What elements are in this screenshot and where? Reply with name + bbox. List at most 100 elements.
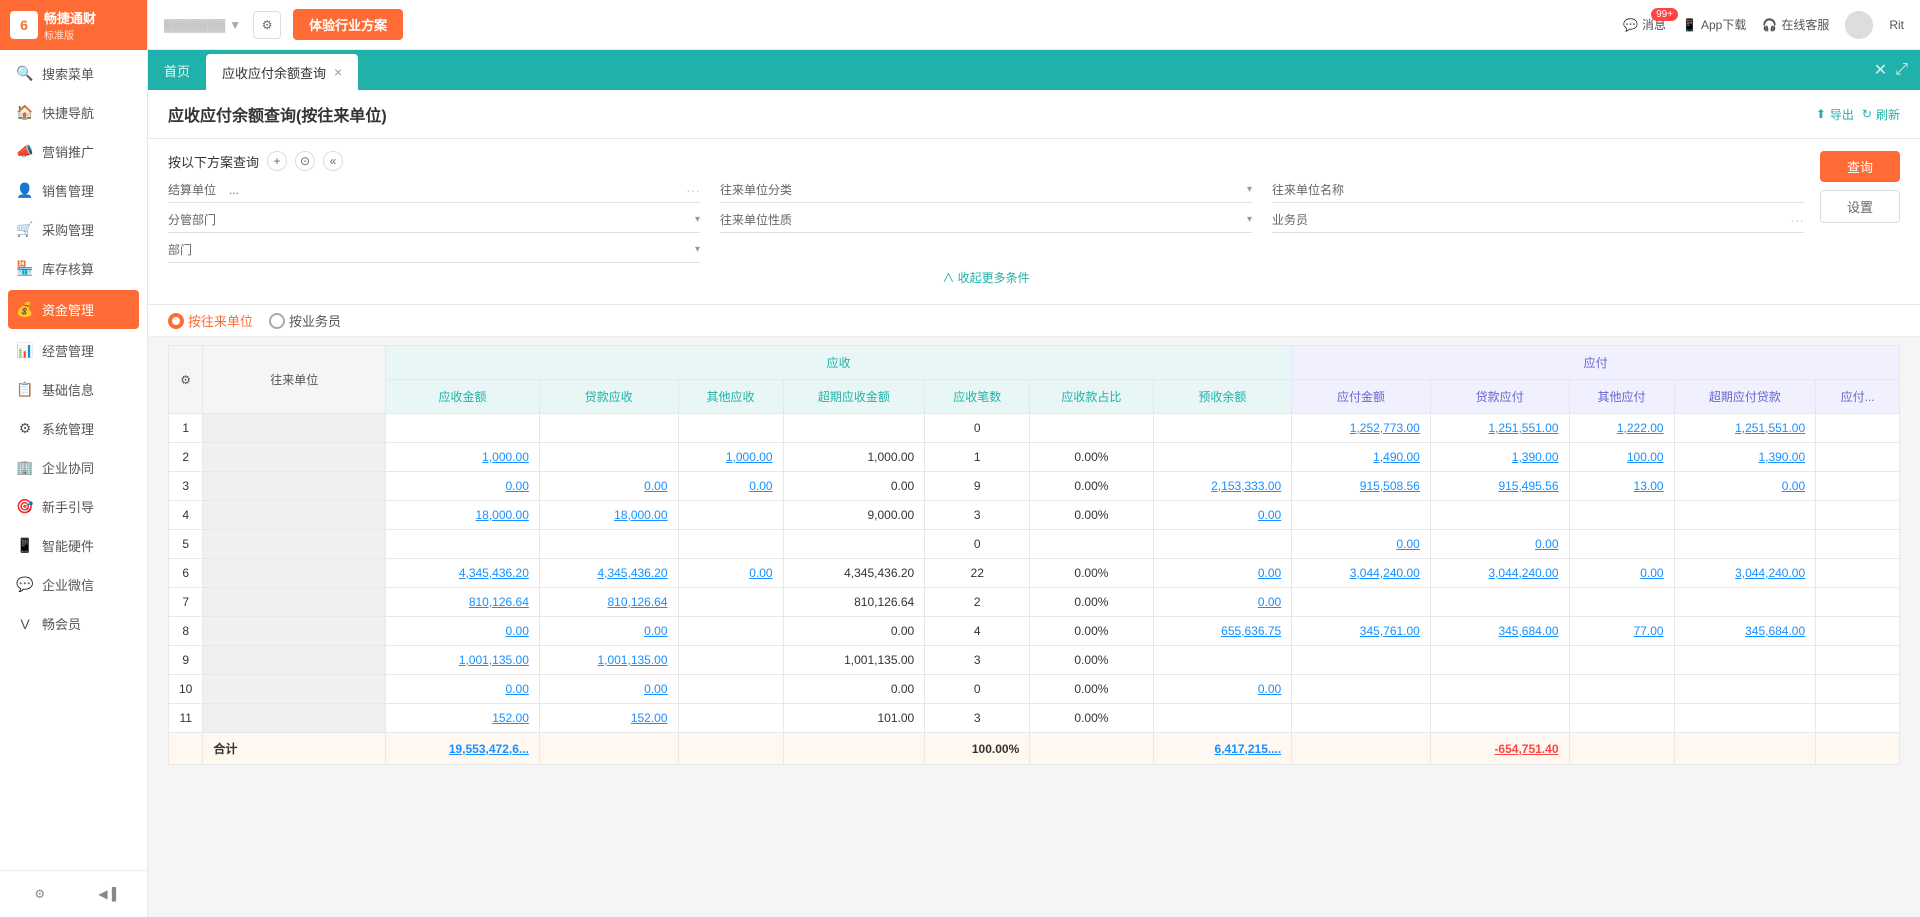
table-cell[interactable]: 0.00 xyxy=(539,675,678,704)
cta-button[interactable]: 体验行业方案 xyxy=(293,9,403,40)
sidebar-item-system[interactable]: ⚙ 系统管理 xyxy=(0,409,147,448)
table-cell[interactable]: 915,508.56 xyxy=(1292,472,1431,501)
table-cell[interactable]: 1,222.00 xyxy=(1569,414,1674,443)
table-cell[interactable]: 810,126.64 xyxy=(539,588,678,617)
table-cell[interactable]: 0.00 xyxy=(1674,472,1816,501)
table-cell[interactable]: 100.00 xyxy=(1569,443,1674,472)
filter-collapse-toggle[interactable]: ∧ 收起更多条件 xyxy=(168,263,1804,292)
sidebar-item-inventory[interactable]: 🏪 库存核算 xyxy=(0,249,147,288)
table-cell[interactable]: 13.00 xyxy=(1569,472,1674,501)
sidebar-item-marketing[interactable]: 📣 营销推广 xyxy=(0,132,147,171)
table-cell[interactable]: 0.00 xyxy=(1153,675,1292,704)
sidebar-item-baseinfo[interactable]: 📋 基础信息 xyxy=(0,370,147,409)
filter-collapse-btn[interactable]: « xyxy=(323,151,343,171)
window-maximize-icon[interactable]: ⤢ xyxy=(1895,61,1908,79)
username[interactable]: Rit xyxy=(1889,18,1904,32)
table-cell[interactable]: 0.00 xyxy=(1292,530,1431,559)
filter-add-btn[interactable]: + xyxy=(267,151,287,171)
table-cell[interactable]: 345,684.00 xyxy=(1430,617,1569,646)
th-settings[interactable]: ⚙ xyxy=(169,346,203,414)
table-cell[interactable]: 1,001,135.00 xyxy=(539,646,678,675)
footer-prepay[interactable]: 6,417,215.... xyxy=(1153,733,1292,765)
filter-yewuyuan-input[interactable] xyxy=(1333,213,1784,227)
filter-fenguan-input[interactable] xyxy=(229,213,689,227)
table-cell[interactable]: 0.00 xyxy=(386,472,540,501)
filter-laiwaifenlei-input[interactable] xyxy=(798,183,1241,197)
settings-footer-btn[interactable]: ⚙ xyxy=(10,881,70,907)
sidebar-item-guide[interactable]: 🎯 新手引导 xyxy=(0,487,147,526)
table-cell[interactable]: 3,044,240.00 xyxy=(1292,559,1431,588)
table-cell[interactable]: 0.00 xyxy=(386,617,540,646)
table-cell[interactable]: 1,000.00 xyxy=(386,443,540,472)
table-cell[interactable]: 4,345,436.20 xyxy=(386,559,540,588)
service-btn[interactable]: 🎧 在线客服 xyxy=(1762,16,1829,33)
table-cell[interactable]: 3,044,240.00 xyxy=(1430,559,1569,588)
filter-laiwainame-input[interactable] xyxy=(1350,183,1804,197)
table-cell[interactable]: 810,126.64 xyxy=(386,588,540,617)
sidebar-item-operations[interactable]: 📊 经营管理 xyxy=(0,331,147,370)
table-cell xyxy=(203,588,386,617)
table-cell[interactable]: 345,761.00 xyxy=(1292,617,1431,646)
table-cell[interactable]: 0.00 xyxy=(678,559,783,588)
refresh-btn[interactable]: ↻ 刷新 xyxy=(1862,106,1900,123)
tab-arbalance[interactable]: 应收应付余额查询 × xyxy=(206,54,358,90)
query-btn[interactable]: 查询 xyxy=(1820,151,1900,182)
table-cell[interactable]: 0.00 xyxy=(1153,588,1292,617)
table-cell[interactable]: 0.00 xyxy=(539,472,678,501)
table-cell[interactable]: 1,390.00 xyxy=(1430,443,1569,472)
sidebar-item-wechat[interactable]: 💬 企业微信 xyxy=(0,565,147,604)
table-cell[interactable]: 1,390.00 xyxy=(1674,443,1816,472)
table-cell[interactable]: 0.00 xyxy=(386,675,540,704)
sidebar-item-finance[interactable]: 💰 资金管理 xyxy=(8,290,139,329)
table-cell[interactable]: 18,000.00 xyxy=(386,501,540,530)
table-cell[interactable]: 1,251,551.00 xyxy=(1430,414,1569,443)
table-cell[interactable]: 1,251,551.00 xyxy=(1674,414,1816,443)
table-cell[interactable]: 0.00 xyxy=(1153,559,1292,588)
sidebar-item-vip[interactable]: V 畅会员 xyxy=(0,604,147,643)
table-cell[interactable]: 1,252,773.00 xyxy=(1292,414,1431,443)
sidebar-item-hardware[interactable]: 📱 智能硬件 xyxy=(0,526,147,565)
sidebar-item-enterprise[interactable]: 🏢 企业协同 xyxy=(0,448,147,487)
footer-ar-amt[interactable]: 19,553,472,6... xyxy=(386,733,540,765)
sidebar-item-search[interactable]: 🔍 搜索菜单 xyxy=(0,54,147,93)
table-cell[interactable]: 915,495.56 xyxy=(1430,472,1569,501)
sidebar-item-purchase[interactable]: 🛒 采购管理 xyxy=(0,210,147,249)
tab-home[interactable]: 首页 xyxy=(148,50,206,90)
collapse-sidebar-btn[interactable]: ◀▐ xyxy=(78,881,138,907)
table-cell[interactable]: 655,636.75 xyxy=(1153,617,1292,646)
table-cell[interactable]: 0.00 xyxy=(678,472,783,501)
table-cell[interactable]: 3,044,240.00 xyxy=(1674,559,1816,588)
table-cell[interactable]: 345,684.00 xyxy=(1674,617,1816,646)
filter-bumen-input[interactable] xyxy=(229,243,689,257)
table-cell[interactable]: 0.00 xyxy=(539,617,678,646)
sidebar-item-quicknav[interactable]: 🏠 快捷导航 xyxy=(0,93,147,132)
table-cell[interactable]: 152.00 xyxy=(386,704,540,733)
message-btn[interactable]: 💬 消息 99+ xyxy=(1623,16,1666,33)
baseinfo-icon: 📋 xyxy=(16,381,34,399)
window-close-icon[interactable]: ✕ xyxy=(1874,60,1887,80)
table-cell[interactable]: 152.00 xyxy=(539,704,678,733)
tab-close-icon[interactable]: × xyxy=(334,64,342,80)
subnav-by-customer[interactable]: 按往来单位 xyxy=(168,311,253,330)
sidebar-item-sales[interactable]: 👤 销售管理 xyxy=(0,171,147,210)
table-cell[interactable]: 1,000.00 xyxy=(678,443,783,472)
download-btn[interactable]: 📱 App下载 xyxy=(1682,16,1746,33)
export-btn[interactable]: ⬆ 导出 xyxy=(1816,106,1854,123)
sidebar-item-label-vip: 畅会员 xyxy=(42,614,81,633)
table-cell[interactable]: 77.00 xyxy=(1569,617,1674,646)
table-cell[interactable]: 1,490.00 xyxy=(1292,443,1431,472)
table-cell[interactable]: 0.00 xyxy=(1430,530,1569,559)
table-settings-btn[interactable]: 设置 xyxy=(1820,190,1900,223)
table-cell[interactable]: 4,345,436.20 xyxy=(539,559,678,588)
table-cell[interactable]: 0.00 xyxy=(1153,501,1292,530)
table-cell[interactable]: 1,001,135.00 xyxy=(386,646,540,675)
table-cell[interactable]: 18,000.00 xyxy=(539,501,678,530)
filter-settings-btn[interactable]: ⊙ xyxy=(295,151,315,171)
filter-jiesuan-input[interactable] xyxy=(229,183,680,197)
filter-xingzhi-input[interactable] xyxy=(798,213,1241,227)
footer-ap-loan[interactable]: -654,751.40 xyxy=(1430,733,1569,765)
subnav-by-salesman[interactable]: 按业务员 xyxy=(269,311,341,330)
header-settings-btn[interactable]: ⚙ xyxy=(253,11,281,39)
table-cell[interactable]: 2,153,333.00 xyxy=(1153,472,1292,501)
table-cell[interactable]: 0.00 xyxy=(1569,559,1674,588)
